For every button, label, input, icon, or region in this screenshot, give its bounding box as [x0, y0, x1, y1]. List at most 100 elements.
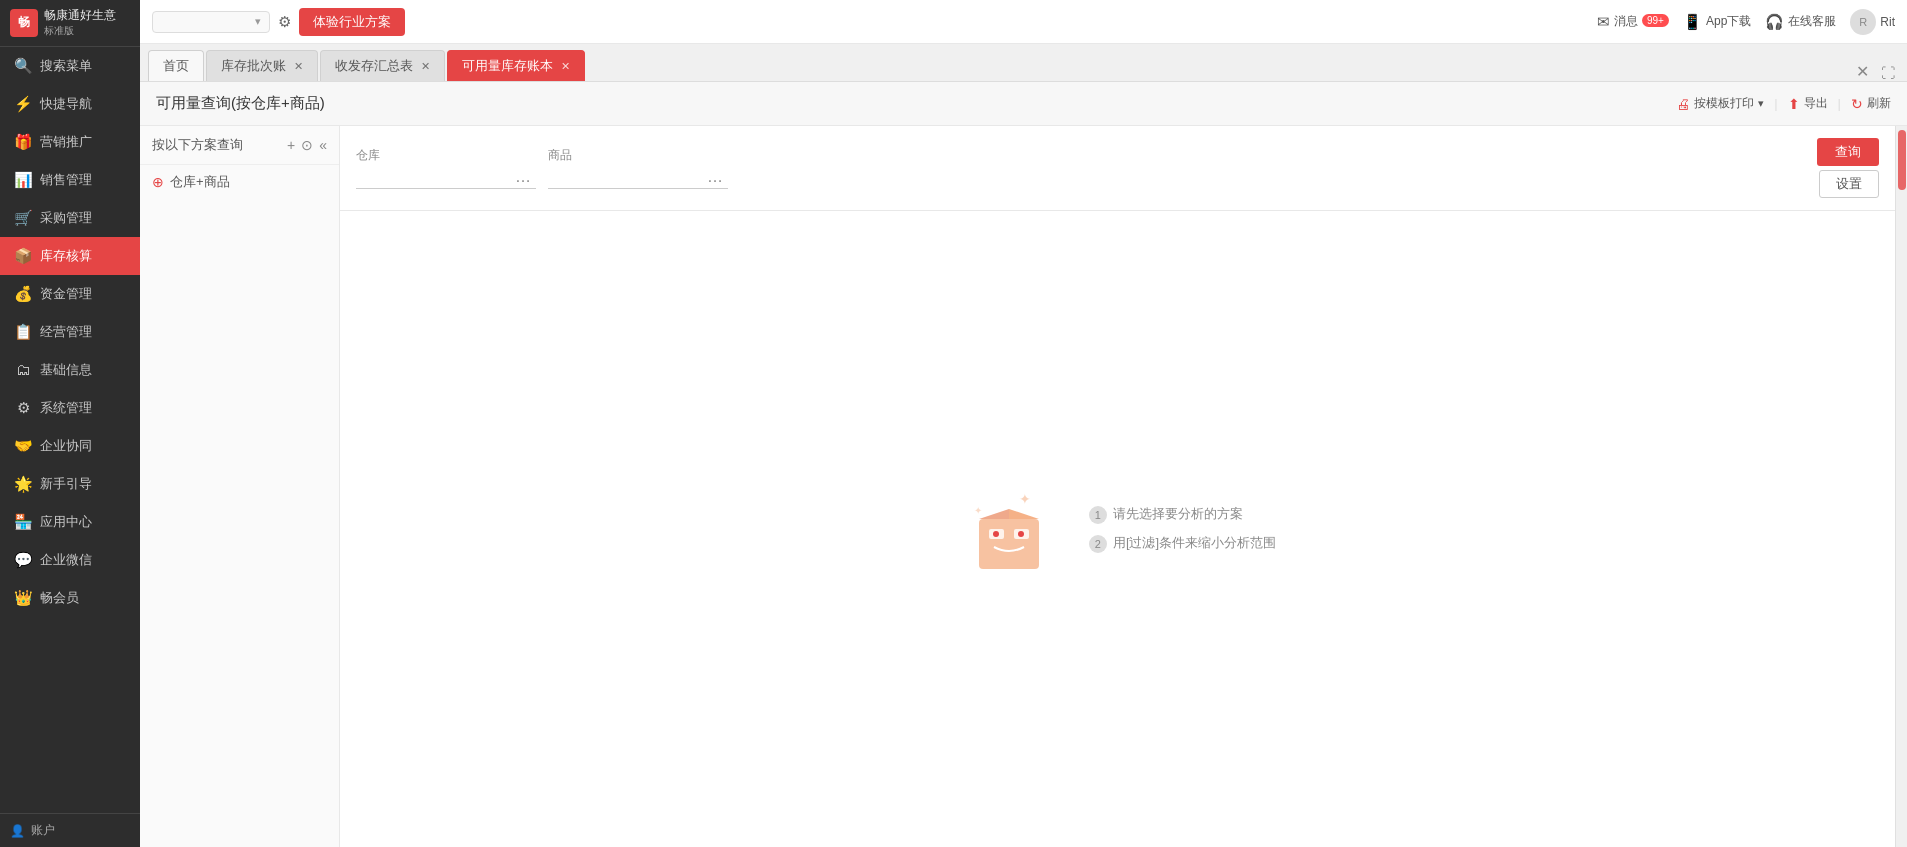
enterprise-icon: 🤝: [14, 437, 32, 455]
scheme-settings-icon[interactable]: ⊙: [301, 137, 313, 153]
sidebar-item-marketing[interactable]: 🎁 营销推广: [0, 123, 140, 161]
hint-num-2: 2: [1089, 535, 1107, 553]
basic-info-icon: 🗂: [14, 361, 32, 378]
hint-text-2: 用[过滤]条件来缩小分析范围: [1113, 534, 1276, 552]
online-service-icon: 🎧: [1765, 13, 1784, 31]
svg-point-6: [1018, 531, 1024, 537]
query-actions: 查询 设置: [1817, 138, 1879, 198]
gear-icon[interactable]: ⚙: [278, 13, 291, 31]
sidebar-logo: 畅 畅康通好生意 标准版: [0, 0, 140, 47]
appstore-icon: 🏪: [14, 513, 32, 531]
warehouse-field-input[interactable]: …: [356, 166, 536, 189]
content-area: 按以下方案查询 + ⊙ « ⊕ 仓库+商品 仓库 …: [140, 126, 1907, 847]
settings-button[interactable]: 设置: [1819, 170, 1879, 198]
svg-text:✦: ✦: [1019, 491, 1031, 507]
app-download-btn[interactable]: 📱 App下载: [1683, 13, 1751, 31]
separator-2: |: [1838, 96, 1841, 111]
query-filters: 仓库 … 商品 … 查询 设置: [340, 126, 1895, 211]
filter-item-label: 仓库+商品: [170, 173, 230, 191]
online-service-btn[interactable]: 🎧 在线客服: [1765, 13, 1836, 31]
message-badge: 99+: [1642, 14, 1669, 27]
search-menu-icon: 🔍: [14, 57, 32, 75]
sales-icon: 📊: [14, 171, 32, 189]
tab-available-close-icon[interactable]: ✕: [561, 60, 570, 73]
sidebar-item-wechat[interactable]: 💬 企业微信: [0, 541, 140, 579]
svg-rect-0: [979, 519, 1039, 569]
refresh-btn[interactable]: ↻ 刷新: [1851, 95, 1891, 112]
product-filter-field: 商品 …: [548, 147, 728, 189]
tab-available[interactable]: 可用量库存账本 ✕: [447, 50, 585, 81]
print-icon: 🖨: [1676, 96, 1690, 112]
filter-panel-header-icons: + ⊙ «: [287, 137, 327, 153]
sidebar-item-appstore[interactable]: 🏪 应用中心: [0, 503, 140, 541]
sidebar-item-guide[interactable]: 🌟 新手引导: [0, 465, 140, 503]
sidebar-item-label: 应用中心: [40, 513, 92, 531]
print-btn-label: 按模板打印: [1694, 95, 1754, 112]
svg-point-5: [993, 531, 999, 537]
svg-marker-2: [1009, 509, 1039, 519]
page-header: 可用量查询(按仓库+商品) 🖨 按模板打印 ▾ | ⬆ 导出 | ↻ 刷新: [140, 82, 1907, 126]
collapse-panel-icon[interactable]: «: [319, 137, 327, 153]
sidebar-item-search[interactable]: 🔍 搜索菜单: [0, 47, 140, 85]
warehouse-product-icon: ⊕: [152, 174, 164, 190]
warehouse-dots-btn[interactable]: …: [515, 168, 532, 186]
tabs-close-all-btn[interactable]: ✕: [1850, 62, 1875, 81]
avatar-initials: R: [1859, 16, 1867, 28]
tab-home[interactable]: 首页: [148, 50, 204, 81]
svg-text:✦: ✦: [974, 505, 982, 516]
search-input[interactable]: [161, 15, 251, 29]
sidebar-item-purchase[interactable]: 🛒 采购管理: [0, 199, 140, 237]
sidebar-bottom-label: 账户: [31, 822, 55, 839]
separator-1: |: [1774, 96, 1777, 111]
sidebar-item-finance[interactable]: 💰 资金管理: [0, 275, 140, 313]
tab-summary[interactable]: 收发存汇总表 ✕: [320, 50, 445, 81]
sidebar-item-sales[interactable]: 📊 销售管理: [0, 161, 140, 199]
topbar-search-box[interactable]: ▾: [152, 11, 270, 33]
tab-batch-close-icon[interactable]: ✕: [294, 60, 303, 73]
purchase-icon: 🛒: [14, 209, 32, 227]
guide-icon: 🌟: [14, 475, 32, 493]
warehouse-input[interactable]: [360, 170, 511, 184]
sidebar-item-label: 企业协同: [40, 437, 92, 455]
sidebar-item-label: 系统管理: [40, 399, 92, 417]
tab-summary-close-icon[interactable]: ✕: [421, 60, 430, 73]
user-profile-btn[interactable]: R Rit: [1850, 9, 1895, 35]
sidebar-item-vip[interactable]: 👑 畅会员: [0, 579, 140, 617]
sidebar-item-inventory[interactable]: 📦 库存核算: [0, 237, 140, 275]
filter-item-warehouse-product[interactable]: ⊕ 仓库+商品: [140, 165, 339, 199]
sidebar-item-basic[interactable]: 🗂 基础信息: [0, 351, 140, 389]
tabs-expand-btn[interactable]: ⛶: [1877, 65, 1899, 81]
product-input[interactable]: [552, 170, 703, 184]
tab-batch[interactable]: 库存批次账 ✕: [206, 50, 318, 81]
refresh-icon: ↻: [1851, 96, 1863, 112]
sidebar-item-label: 库存核算: [40, 247, 92, 265]
query-button[interactable]: 查询: [1817, 138, 1879, 166]
sidebar-item-operation[interactable]: 📋 经营管理: [0, 313, 140, 351]
sidebar-item-label: 快捷导航: [40, 95, 92, 113]
message-btn[interactable]: ✉ 消息 99+: [1597, 13, 1669, 31]
filter-panel: 按以下方案查询 + ⊙ « ⊕ 仓库+商品: [140, 126, 340, 847]
avatar: R: [1850, 9, 1876, 35]
print-template-btn[interactable]: 🖨 按模板打印 ▾: [1676, 95, 1764, 112]
inventory-icon: 📦: [14, 247, 32, 265]
sidebar-item-label: 销售管理: [40, 171, 92, 189]
query-panel: 仓库 … 商品 … 查询 设置: [340, 126, 1895, 847]
trial-industry-btn[interactable]: 体验行业方案: [299, 8, 405, 36]
right-scroll-thumb[interactable]: [1898, 130, 1906, 190]
marketing-icon: 🎁: [14, 133, 32, 151]
operation-icon: 📋: [14, 323, 32, 341]
hint-num-1: 1: [1089, 506, 1107, 524]
tabs-bar: 首页 库存批次账 ✕ 收发存汇总表 ✕ 可用量库存账本 ✕ ✕ ⛶: [140, 44, 1907, 82]
add-scheme-icon[interactable]: +: [287, 137, 295, 153]
message-icon: ✉: [1597, 13, 1610, 31]
product-field-input[interactable]: …: [548, 166, 728, 189]
sidebar-bottom[interactable]: 👤 账户: [0, 813, 140, 847]
system-icon: ⚙: [14, 399, 32, 417]
sidebar-item-nav[interactable]: ⚡ 快捷导航: [0, 85, 140, 123]
export-btn[interactable]: ⬆ 导出: [1788, 95, 1828, 112]
sidebar-item-system[interactable]: ⚙ 系统管理: [0, 389, 140, 427]
sidebar-item-enterprise[interactable]: 🤝 企业协同: [0, 427, 140, 465]
product-dots-btn[interactable]: …: [707, 168, 724, 186]
page-title: 可用量查询(按仓库+商品): [156, 94, 1676, 113]
right-scrollbar[interactable]: [1895, 126, 1907, 847]
